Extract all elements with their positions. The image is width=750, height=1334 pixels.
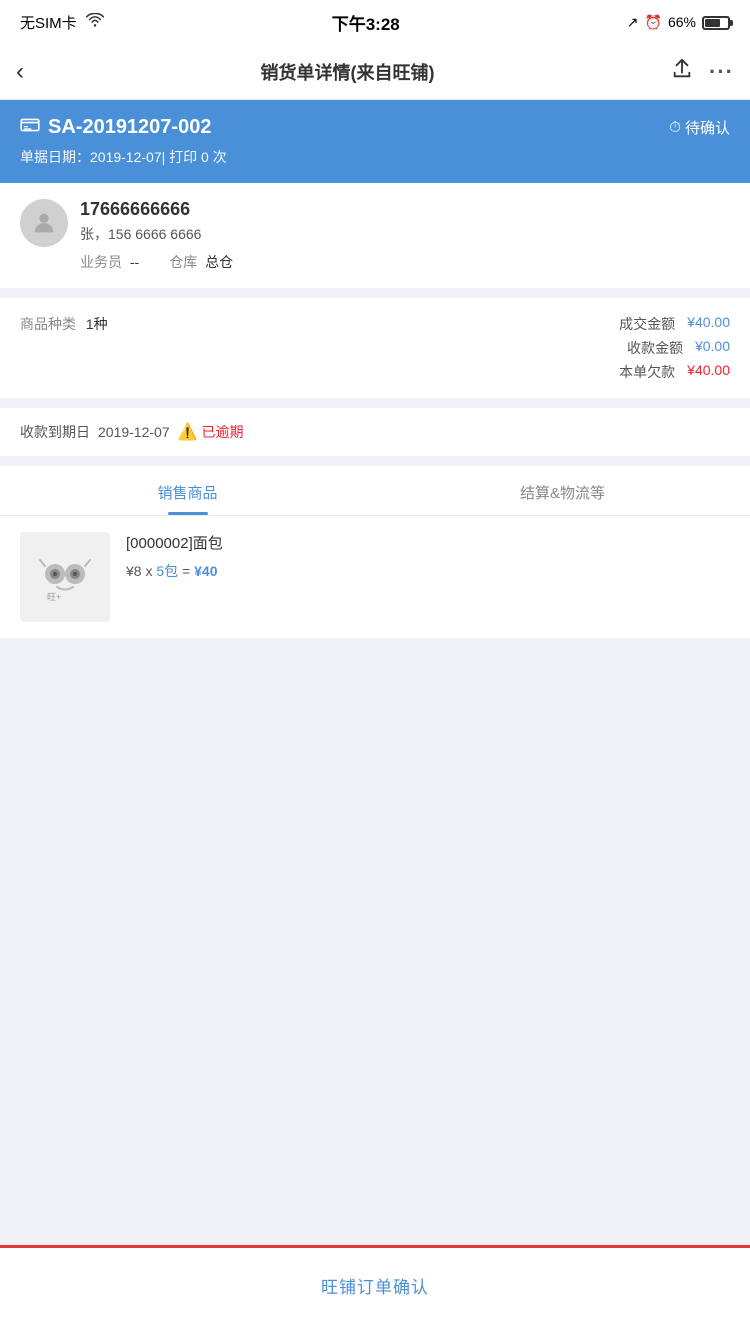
share-button[interactable] bbox=[671, 58, 693, 86]
order-status: ⏱ 待确认 bbox=[669, 117, 730, 138]
tabs-bar: 销售商品 结算&物流等 bbox=[0, 466, 750, 516]
status-time: 下午3:28 bbox=[332, 10, 400, 35]
order-date: 单据日期：2019-12-07| 打印 0 次 bbox=[20, 147, 730, 167]
status-bar: 无SIM卡 下午3:28 ↗ ⏰ 66% bbox=[0, 0, 750, 44]
product-details: [0000002]面包 ¥8 x 5包 = ¥40 bbox=[126, 532, 730, 581]
status-left: 无SIM卡 bbox=[20, 12, 105, 33]
due-date-label: 收款到期日 bbox=[20, 422, 90, 442]
customer-name: 张，156 6666 6666 bbox=[80, 224, 730, 244]
product-type: 商品种类 1种 bbox=[20, 314, 108, 334]
carrier-text: 无SIM卡 bbox=[20, 12, 77, 33]
payment-row: 收款金额 ¥0.00 bbox=[627, 338, 730, 358]
tab-sales-product[interactable]: 销售商品 bbox=[0, 466, 375, 515]
transaction-row: 成交金额 ¥40.00 bbox=[619, 314, 730, 334]
due-date-section: 收款到期日 2019-12-07 ⚠️ 已逾期 bbox=[0, 408, 750, 456]
nav-actions: ··· bbox=[671, 58, 734, 86]
order-header: SA-20191207-002 ⏱ 待确认 单据日期：2019-12-07| 打… bbox=[0, 100, 750, 183]
summary-amounts: 成交金额 ¥40.00 收款金额 ¥0.00 本单欠款 ¥40.00 bbox=[619, 314, 730, 382]
svg-text:旺+: 旺+ bbox=[47, 592, 61, 602]
tab-settlement[interactable]: 结算&物流等 bbox=[375, 466, 750, 515]
product-thumbnail: 旺+ bbox=[20, 532, 110, 622]
battery-icon bbox=[702, 14, 730, 30]
customer-phone: 17666666666 bbox=[80, 199, 730, 220]
product-name: [0000002]面包 bbox=[126, 532, 730, 553]
page-title: 销货单详情(来自旺铺) bbox=[261, 59, 435, 85]
wifi-icon bbox=[85, 13, 105, 31]
confirm-button[interactable]: 旺铺订单确认 bbox=[20, 1260, 730, 1310]
product-price: ¥8 x 5包 = ¥40 bbox=[126, 561, 730, 581]
empty-area bbox=[0, 648, 750, 848]
due-date-value: 2019-12-07 bbox=[98, 424, 170, 440]
alarm-icon: ⏰ bbox=[645, 14, 662, 31]
bottom-button-area: 旺铺订单确认 bbox=[0, 1245, 750, 1334]
avatar bbox=[20, 199, 68, 247]
salesperson-item: 业务员 -- bbox=[80, 252, 139, 272]
order-id: SA-20191207-002 bbox=[20, 116, 211, 139]
back-button[interactable]: ‹ bbox=[16, 58, 24, 86]
warehouse-item: 仓库 总仓 bbox=[169, 252, 233, 272]
overdue-icon: ⚠️ bbox=[178, 422, 198, 442]
overdue-text: 已逾期 bbox=[202, 422, 244, 442]
customer-card: 17666666666 张，156 6666 6666 业务员 -- 仓库 总仓 bbox=[0, 183, 750, 288]
owed-row: 本单欠款 ¥40.00 bbox=[619, 362, 730, 382]
product-item: 旺+ [0000002]面包 ¥8 x 5包 = ¥40 bbox=[0, 516, 750, 638]
status-clock-icon: ⏱ bbox=[669, 119, 681, 136]
overdue-badge: ⚠️ 已逾期 bbox=[178, 422, 244, 442]
order-id-icon bbox=[20, 116, 40, 139]
more-button[interactable]: ··· bbox=[709, 59, 734, 85]
location-icon: ↗ bbox=[627, 14, 639, 31]
nav-bar: ‹ 销货单详情(来自旺铺) ··· bbox=[0, 44, 750, 100]
status-right: ↗ ⏰ 66% bbox=[627, 14, 730, 31]
battery-percent: 66% bbox=[668, 14, 696, 30]
summary-section: 商品种类 1种 成交金额 ¥40.00 收款金额 ¥0.00 本单欠款 ¥40.… bbox=[0, 298, 750, 398]
